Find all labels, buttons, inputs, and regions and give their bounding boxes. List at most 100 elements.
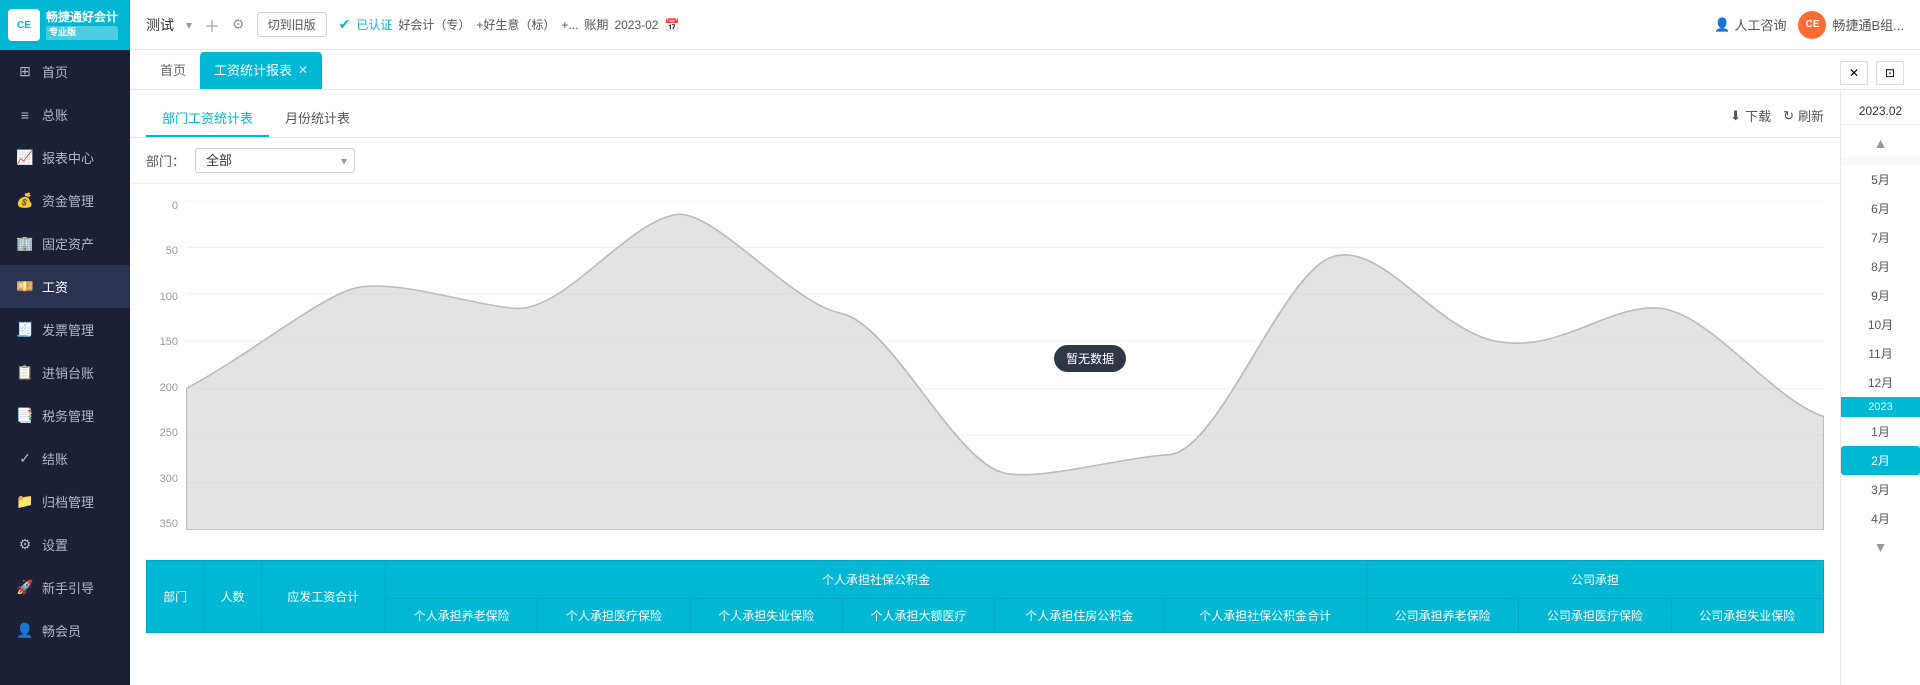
sidebar-item-archive[interactable]: 📁 归档管理	[0, 480, 130, 523]
y-label-4: 150	[146, 336, 186, 348]
topbar-add-btn[interactable]: ＋	[204, 13, 220, 37]
user-menu[interactable]: CE 畅捷通B组...	[1798, 11, 1904, 39]
col-company-medical: 公司承担医疗保险	[1519, 599, 1671, 633]
chart-area: 350 300 250 200 150 100 50 0	[146, 200, 1824, 560]
date-month-nov[interactable]: 11月	[1841, 339, 1920, 368]
subtab-bar: 部门工资统计表 月份统计表 ⬇ 下载 ↻ 刷新	[130, 90, 1840, 138]
sidebar-item-sales[interactable]: 📋 进销台账	[0, 351, 130, 394]
date-month-jan[interactable]: 1月	[1841, 417, 1920, 446]
col-headcount: 人数	[204, 561, 261, 633]
sidebar-item-report[interactable]: 📈 报表中心	[0, 136, 130, 179]
download-button[interactable]: ⬇ 下载	[1730, 106, 1771, 125]
period-value: 2023-02	[614, 18, 658, 32]
date-month-aug[interactable]: 8月	[1841, 252, 1920, 281]
username: 畅捷通B组...	[1832, 15, 1904, 34]
topbar-dropdown-arrow[interactable]: ▾	[186, 18, 192, 32]
dept-select[interactable]: 全部 财务部 人事部 技术部 销售部	[195, 148, 355, 173]
ledger-icon: ≡	[16, 107, 34, 123]
date-month-jun[interactable]: 6月	[1841, 194, 1920, 223]
sidebar-item-invoice[interactable]: 🧾 发票管理	[0, 308, 130, 351]
calendar-icon[interactable]: 📅	[664, 18, 679, 32]
tabbar: 首页 工资统计报表 ✕ ✕ ⊡	[130, 50, 1920, 90]
date-month-dec[interactable]: 12月	[1841, 368, 1920, 397]
col-personal-total: 个人承担社保公积金合计	[1164, 599, 1367, 633]
logo-icon: CE	[8, 9, 40, 41]
date-nav-up[interactable]: ▲	[1869, 131, 1893, 155]
logo-initials: CE	[17, 20, 31, 31]
archive-icon: 📁	[16, 493, 34, 510]
sidebar-item-home[interactable]: ⊞ 首页	[0, 50, 130, 93]
certified-badge: 已认证	[356, 16, 392, 33]
sidebar-item-member[interactable]: 👤 畅会员	[0, 609, 130, 652]
refresh-button[interactable]: ↻ 刷新	[1783, 106, 1824, 125]
date-month-jul[interactable]: 7月	[1841, 223, 1920, 252]
app-name: 畅捷通好会计	[46, 10, 118, 26]
date-month-apr[interactable]: 4月	[1841, 504, 1920, 533]
chart-svg-wrapper: 暂无数据	[186, 200, 1824, 530]
sidebar-label-asset: 固定资产	[42, 234, 94, 253]
col-personal-major-medical: 个人承担大额医疗	[842, 599, 994, 633]
filter-label: 部门：	[146, 151, 185, 170]
sidebar-label-tax: 税务管理	[42, 406, 94, 425]
fund-icon: 💰	[16, 192, 34, 209]
sidebar-item-ledger[interactable]: ≡ 总账	[0, 93, 130, 136]
y-axis: 350 300 250 200 150 100 50 0	[146, 200, 186, 530]
topbar: 测试 ▾ ＋ ⚙ 切到旧版 ✔ 已认证 好会计（专） +好生意（标） +... …	[130, 0, 1920, 50]
download-icon: ⬇	[1730, 108, 1741, 124]
date-picker-panel: 2023.02 ▲ 5月 6月 7月 8月 9月 10月 11月 12月 202…	[1840, 90, 1920, 685]
table-container: 部门 人数 应发工资合计 个人承担社保公积金 公司承担 个人承担养老保险 个人承…	[146, 560, 1824, 633]
col-dept: 部门	[147, 561, 204, 633]
subtab-dept[interactable]: 部门工资统计表	[146, 100, 269, 137]
chart-svg	[186, 200, 1824, 530]
date-month-oct[interactable]: 10月	[1841, 310, 1920, 339]
window-maximize-button[interactable]: ⊡	[1876, 61, 1904, 85]
sales-icon: 📋	[16, 364, 34, 381]
sidebar-item-fund[interactable]: 💰 资金管理	[0, 179, 130, 222]
y-label-6: 50	[146, 245, 186, 257]
sidebar-label-invoice: 发票管理	[42, 320, 94, 339]
col-personal-housing-fund: 个人承担住房公积金	[995, 599, 1164, 633]
y-label-1: 300	[146, 473, 186, 485]
date-nav-down[interactable]: ▼	[1869, 535, 1893, 559]
window-close-button[interactable]: ✕	[1840, 61, 1868, 85]
date-month-sep[interactable]: 9月	[1841, 281, 1920, 310]
certified-icon: ✔	[339, 16, 351, 33]
subtab-actions: ⬇ 下载 ↻ 刷新	[1730, 100, 1824, 137]
sidebar-item-settings[interactable]: ⚙ 设置	[0, 523, 130, 566]
col-total-salary: 应发工资合计	[261, 561, 385, 633]
sidebar-label-ledger: 总账	[42, 105, 68, 124]
account-type: 好会计（专）	[398, 16, 470, 33]
topbar-settings-btn[interactable]: ⚙	[232, 16, 245, 33]
date-month-may[interactable]: 5月	[1841, 165, 1920, 194]
sidebar-label-checkout: 结账	[42, 449, 68, 468]
member-icon: 👤	[16, 622, 34, 639]
subtab-monthly[interactable]: 月份统计表	[269, 100, 366, 137]
sidebar-label-settings: 设置	[42, 535, 68, 554]
date-month-feb[interactable]: 2月	[1841, 446, 1920, 475]
invoice-icon: 🧾	[16, 321, 34, 338]
help-button[interactable]: 👤 人工咨询	[1714, 15, 1786, 34]
col-personal-pension: 个人承担养老保险	[385, 599, 537, 633]
tab-home[interactable]: 首页	[146, 52, 200, 89]
topbar-status: ✔ 已认证 好会计（专） +好生意（标） +... 账期 2023-02 📅	[339, 16, 680, 33]
sidebar-item-tax[interactable]: 📑 税务管理	[0, 394, 130, 437]
sidebar-item-guide[interactable]: 🚀 新手引导	[0, 566, 130, 609]
col-company-pension: 公司承担养老保险	[1366, 599, 1518, 633]
sidebar-item-salary[interactable]: 💴 工资	[0, 265, 130, 308]
plan-more: +...	[561, 18, 578, 32]
sidebar-item-asset[interactable]: 🏢 固定资产	[0, 222, 130, 265]
sidebar-label-salary: 工资	[42, 277, 68, 296]
page-main: 部门工资统计表 月份统计表 ⬇ 下载 ↻ 刷新	[130, 90, 1840, 685]
sidebar-item-checkout[interactable]: ✓ 结账	[0, 437, 130, 480]
tab-close-icon[interactable]: ✕	[298, 63, 308, 77]
sidebar-label-member: 畅会员	[42, 621, 81, 640]
y-label-3: 200	[146, 382, 186, 394]
chart-container: 350 300 250 200 150 100 50 0	[130, 184, 1840, 685]
switch-version-button[interactable]: 切到旧版	[257, 12, 327, 37]
date-year-2023: 2023	[1841, 397, 1920, 417]
y-label-7: 0	[146, 200, 186, 212]
date-year-2022	[1841, 157, 1920, 165]
tab-salary-report[interactable]: 工资统计报表 ✕	[200, 52, 322, 89]
period-label: 账期	[584, 16, 608, 33]
date-month-mar[interactable]: 3月	[1841, 475, 1920, 504]
